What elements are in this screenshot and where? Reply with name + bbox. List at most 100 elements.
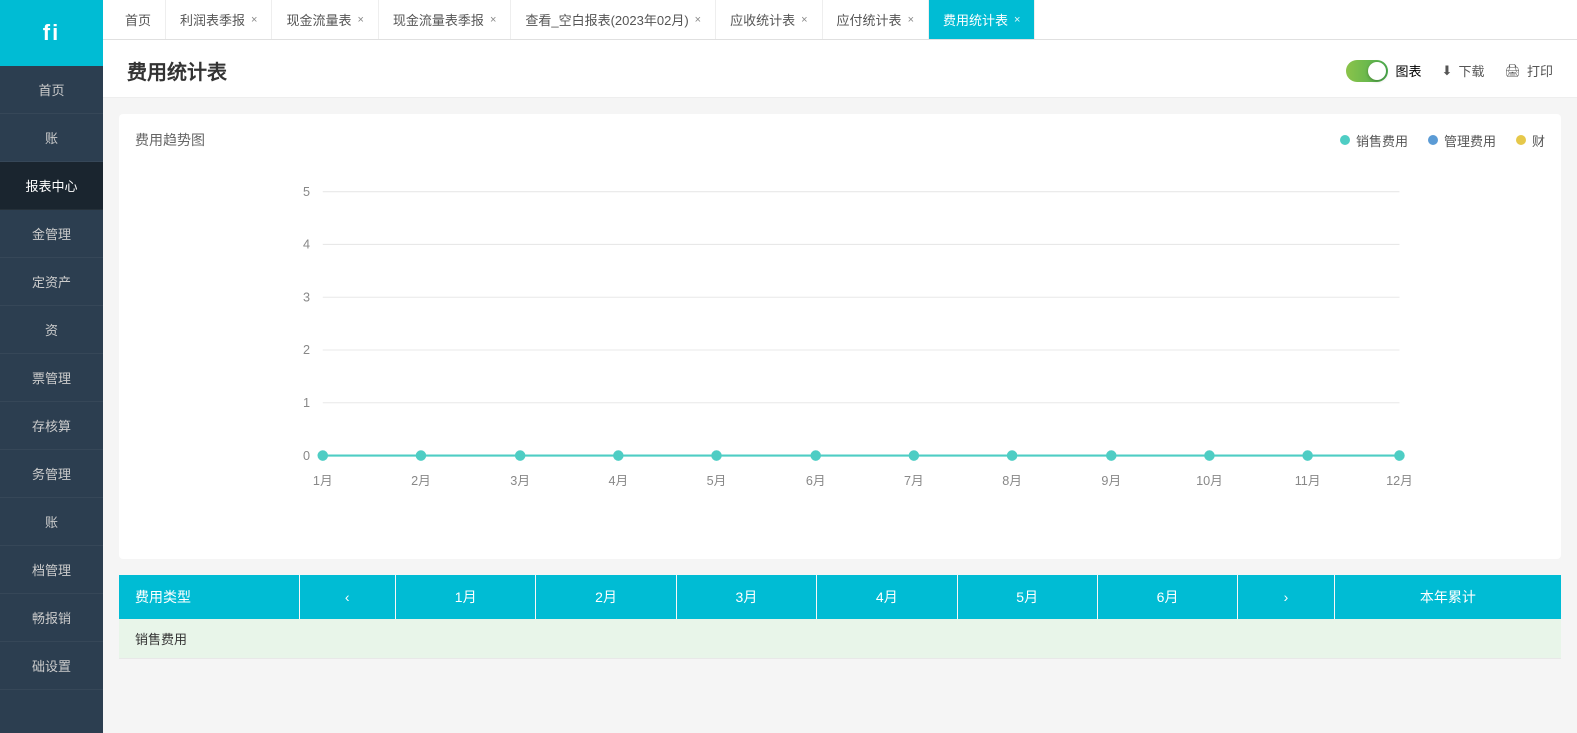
sidebar-item-account[interactable]: 账	[0, 114, 103, 162]
legend-label-sales: 销售费用	[1356, 131, 1408, 150]
svg-text:1: 1	[303, 396, 310, 410]
print-button[interactable]: 🖨 打印	[1504, 61, 1553, 80]
svg-text:2月: 2月	[411, 474, 431, 488]
sidebar-item-fund[interactable]: 金管理	[0, 210, 103, 258]
chart-section: 费用趋势图 销售费用 管理费用 财	[119, 114, 1561, 559]
legend-mgmt: 管理费用	[1428, 131, 1496, 150]
svg-text:0: 0	[303, 449, 310, 463]
close-icon[interactable]: ×	[357, 14, 363, 26]
table-section: 费用类型 ‹ 1月 2月 3月 4月 5月 6月 ›	[119, 575, 1561, 659]
download-button[interactable]: ⬇ 下载	[1442, 61, 1485, 80]
toggle-label: 图表	[1396, 61, 1422, 80]
row-val-1	[396, 619, 536, 659]
page-header: 费用统计表 图表 ⬇ 下载 🖨 打印	[103, 40, 1577, 98]
svg-text:3月: 3月	[510, 474, 530, 488]
chart-svg: 5 4 3 2 1 0	[135, 160, 1545, 540]
sidebar-item-ticket[interactable]: 票管理	[0, 354, 103, 402]
row-val-4	[817, 619, 957, 659]
col-header-1: 1月	[396, 575, 536, 619]
close-icon[interactable]: ×	[695, 14, 701, 26]
next-arrow-icon[interactable]: ›	[1284, 589, 1289, 605]
header-actions: 图表 ⬇ 下载 🖨 打印	[1346, 60, 1553, 82]
data-table: 费用类型 ‹ 1月 2月 3月 4月 5月 6月 ›	[119, 575, 1561, 659]
sidebar-item-sales[interactable]: 畅报销	[0, 594, 103, 642]
tab-profit[interactable]: 利润表季报 ×	[166, 0, 272, 40]
col-header-nav-next[interactable]: ›	[1238, 575, 1335, 619]
table-header-row: 费用类型 ‹ 1月 2月 3月 4月 5月 6月 ›	[119, 575, 1561, 619]
sidebar-item-service[interactable]: 务管理	[0, 450, 103, 498]
svg-text:1月: 1月	[313, 474, 333, 488]
chart-header: 费用趋势图 销售费用 管理费用 财	[135, 130, 1545, 150]
col-header-5: 5月	[957, 575, 1097, 619]
chart-title: 费用趋势图	[135, 130, 205, 150]
svg-text:3: 3	[303, 290, 310, 304]
tab-receivable[interactable]: 应收统计表 ×	[716, 0, 822, 40]
svg-text:4: 4	[303, 238, 310, 252]
row-label-sales: 销售费用	[119, 619, 299, 659]
svg-text:2: 2	[303, 343, 310, 357]
tabs-bar: 首页 利润表季报 × 现金流量表 × 现金流量表季报 × 查看_空白报表(202…	[103, 0, 1577, 40]
chart-svg-container: 5 4 3 2 1 0	[135, 160, 1545, 543]
sidebar-item-archive[interactable]: 档管理	[0, 546, 103, 594]
chart-toggle-container: 图表	[1346, 60, 1422, 82]
print-icon: 🖨	[1504, 63, 1521, 79]
svg-text:8月: 8月	[1002, 474, 1022, 488]
sidebar-logo: fi	[0, 0, 103, 66]
svg-text:11月: 11月	[1295, 474, 1321, 488]
svg-text:7月: 7月	[904, 474, 924, 488]
legend-dot-mgmt	[1428, 135, 1438, 145]
row-val-6	[1097, 619, 1237, 659]
chart-legend: 销售费用 管理费用 财	[1340, 131, 1545, 150]
sidebar-item-fixed-assets[interactable]: 定资产	[0, 258, 103, 306]
table-row-sales: 销售费用	[119, 619, 1561, 659]
col-header-type: 费用类型	[119, 575, 299, 619]
close-icon[interactable]: ×	[490, 14, 496, 26]
svg-text:5: 5	[303, 185, 310, 199]
legend-finance: 财	[1516, 131, 1545, 150]
tab-expense[interactable]: 费用统计表 ×	[929, 0, 1035, 40]
tab-home[interactable]: 首页	[111, 0, 166, 40]
prev-arrow-icon[interactable]: ‹	[345, 589, 350, 605]
download-icon: ⬇	[1442, 63, 1453, 79]
col-header-3: 3月	[676, 575, 816, 619]
chart-toggle[interactable]	[1346, 60, 1388, 82]
col-header-yearly: 本年累计	[1334, 575, 1561, 619]
row-val-yearly	[1334, 619, 1561, 659]
legend-dot-finance	[1516, 135, 1526, 145]
close-icon[interactable]: ×	[801, 14, 807, 26]
svg-text:5月: 5月	[707, 474, 727, 488]
sidebar-item-investment[interactable]: 资	[0, 306, 103, 354]
legend-label-mgmt: 管理费用	[1444, 131, 1496, 150]
legend-label-finance: 财	[1532, 131, 1545, 150]
main-content: 首页 利润表季报 × 现金流量表 × 现金流量表季报 × 查看_空白报表(202…	[103, 0, 1577, 733]
sidebar-item-settings[interactable]: 础设置	[0, 642, 103, 690]
close-icon[interactable]: ×	[908, 14, 914, 26]
row-val-3	[676, 619, 816, 659]
svg-text:9月: 9月	[1101, 474, 1121, 488]
col-header-2: 2月	[536, 575, 676, 619]
row-nav-next-placeholder	[1238, 619, 1335, 659]
col-header-nav-prev[interactable]: ‹	[299, 575, 396, 619]
tab-blank-report[interactable]: 查看_空白报表(2023年02月) ×	[511, 0, 716, 40]
sidebar-item-report-center[interactable]: 报表中心	[0, 162, 103, 210]
svg-text:4月: 4月	[608, 474, 628, 488]
legend-dot-sales	[1340, 135, 1350, 145]
svg-text:10月: 10月	[1196, 474, 1223, 488]
sidebar-item-ledger[interactable]: 账	[0, 498, 103, 546]
row-val-2	[536, 619, 676, 659]
row-val-5	[957, 619, 1097, 659]
col-header-6: 6月	[1097, 575, 1237, 619]
tab-cashflow[interactable]: 现金流量表 ×	[272, 0, 378, 40]
page-title: 费用统计表	[127, 56, 227, 85]
toggle-knob	[1368, 62, 1386, 80]
svg-text:12月: 12月	[1386, 474, 1413, 488]
sidebar-item-inventory[interactable]: 存核算	[0, 402, 103, 450]
sidebar-item-home[interactable]: 首页	[0, 66, 103, 114]
col-header-4: 4月	[817, 575, 957, 619]
tab-cashflow-quarterly[interactable]: 现金流量表季报 ×	[379, 0, 511, 40]
close-icon[interactable]: ×	[251, 14, 257, 26]
tab-payable[interactable]: 应付统计表 ×	[823, 0, 929, 40]
svg-text:6月: 6月	[806, 474, 826, 488]
close-icon[interactable]: ×	[1014, 14, 1020, 26]
legend-sales: 销售费用	[1340, 131, 1408, 150]
